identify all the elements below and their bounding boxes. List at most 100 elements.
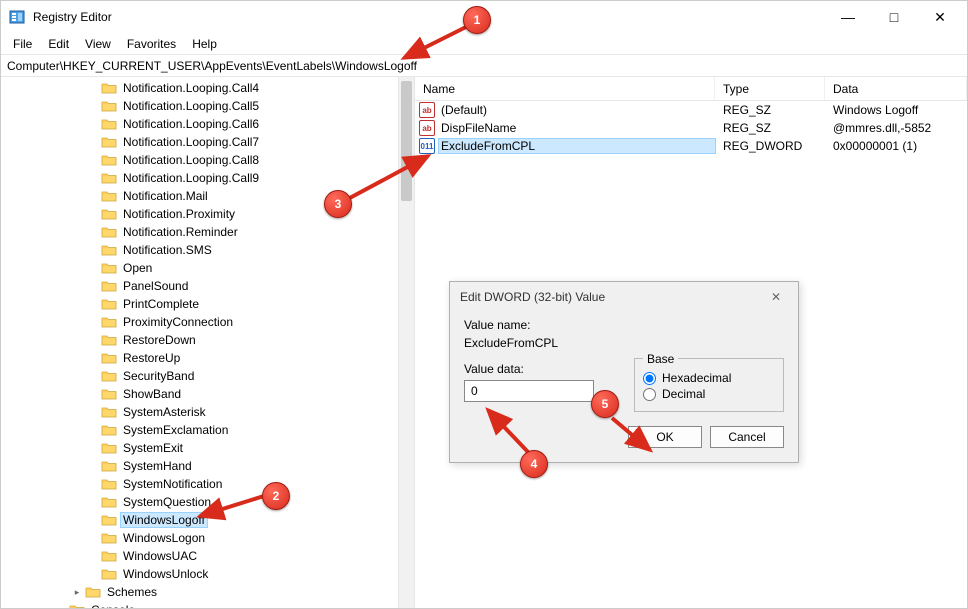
radio-decimal[interactable]: Decimal — [643, 387, 775, 401]
tree-item-label: WindowsLogoff — [121, 513, 207, 527]
value-data: Windows Logoff — [825, 103, 967, 117]
close-button[interactable]: ✕ — [917, 1, 963, 33]
value-type: REG_SZ — [715, 121, 825, 135]
tree-twisty-icon[interactable]: ▸ — [55, 604, 67, 608]
col-data[interactable]: Data — [825, 77, 967, 100]
tree-item-printcomplete[interactable]: PrintComplete — [1, 295, 414, 313]
tree-twisty-icon[interactable] — [87, 460, 99, 472]
maximize-button[interactable]: □ — [871, 1, 917, 33]
string-value-icon: ab — [419, 102, 435, 118]
tree-twisty-icon[interactable] — [87, 424, 99, 436]
tree-twisty-icon[interactable] — [87, 82, 99, 94]
tree-item-systemexclamation[interactable]: SystemExclamation — [1, 421, 414, 439]
tree-item-schemes[interactable]: ▸Schemes — [1, 583, 414, 601]
tree-twisty-icon[interactable] — [87, 496, 99, 508]
tree-twisty-icon[interactable] — [87, 226, 99, 238]
tree-twisty-icon[interactable]: ▸ — [71, 586, 83, 598]
tree-twisty-icon[interactable] — [87, 352, 99, 364]
tree-item-label: Notification.Proximity — [121, 207, 237, 221]
radio-hex-input[interactable] — [643, 372, 656, 385]
tree-item-open[interactable]: Open — [1, 259, 414, 277]
tree-item-notification-looping-call8[interactable]: Notification.Looping.Call8 — [1, 151, 414, 169]
tree-item-label: SystemExit — [121, 441, 185, 455]
tree-scrollbar[interactable] — [398, 77, 414, 608]
value-row[interactable]: ab(Default)REG_SZWindows Logoff — [415, 101, 967, 119]
tree-item-notification-looping-call7[interactable]: Notification.Looping.Call7 — [1, 133, 414, 151]
folder-icon — [101, 531, 117, 545]
tree-item-label: WindowsLogon — [121, 531, 207, 545]
tree-item-systemquestion[interactable]: SystemQuestion — [1, 493, 414, 511]
menu-edit[interactable]: Edit — [40, 35, 77, 53]
tree-item-notification-looping-call6[interactable]: Notification.Looping.Call6 — [1, 115, 414, 133]
folder-icon — [101, 387, 117, 401]
cancel-button[interactable]: Cancel — [710, 426, 784, 448]
dialog-titlebar: Edit DWORD (32-bit) Value ✕ — [450, 282, 798, 312]
tree-item-notification-looping-call9[interactable]: Notification.Looping.Call9 — [1, 169, 414, 187]
tree-twisty-icon[interactable] — [87, 388, 99, 400]
tree-item-notification-reminder[interactable]: Notification.Reminder — [1, 223, 414, 241]
tree-item-showband[interactable]: ShowBand — [1, 385, 414, 403]
tree-twisty-icon[interactable] — [87, 442, 99, 454]
tree-item-windowsunlock[interactable]: WindowsUnlock — [1, 565, 414, 583]
tree-twisty-icon[interactable] — [87, 514, 99, 526]
tree-item-systemhand[interactable]: SystemHand — [1, 457, 414, 475]
tree-twisty-icon[interactable] — [87, 136, 99, 148]
menu-favorites[interactable]: Favorites — [119, 35, 184, 53]
tree-item-windowslogon[interactable]: WindowsLogon — [1, 529, 414, 547]
tree-item-proximityconnection[interactable]: ProximityConnection — [1, 313, 414, 331]
tree-item-windowsuac[interactable]: WindowsUAC — [1, 547, 414, 565]
menu-help[interactable]: Help — [184, 35, 225, 53]
tree-item-label: RestoreDown — [121, 333, 198, 347]
tree-twisty-icon[interactable] — [87, 334, 99, 346]
value-data-input[interactable] — [464, 380, 594, 402]
tree-item-systemasterisk[interactable]: SystemAsterisk — [1, 403, 414, 421]
tree-item-console[interactable]: ▸Console — [1, 601, 414, 608]
dialog-close-button[interactable]: ✕ — [764, 285, 788, 309]
col-name[interactable]: Name — [415, 77, 715, 100]
menu-file[interactable]: File — [5, 35, 40, 53]
minimize-button[interactable]: — — [825, 1, 871, 33]
tree-twisty-icon[interactable] — [87, 190, 99, 202]
tree-twisty-icon[interactable] — [87, 532, 99, 544]
tree-twisty-icon[interactable] — [87, 280, 99, 292]
radio-hexadecimal[interactable]: Hexadecimal — [643, 371, 775, 385]
tree-item-notification-mail[interactable]: Notification.Mail — [1, 187, 414, 205]
tree-item-panelsound[interactable]: PanelSound — [1, 277, 414, 295]
tree-item-systemexit[interactable]: SystemExit — [1, 439, 414, 457]
folder-icon — [101, 135, 117, 149]
tree-twisty-icon[interactable] — [87, 172, 99, 184]
address-input[interactable] — [1, 57, 967, 75]
tree-twisty-icon[interactable] — [87, 370, 99, 382]
tree-pane[interactable]: Notification.Looping.Call4Notification.L… — [1, 77, 415, 608]
value-row[interactable]: abDispFileNameREG_SZ@mmres.dll,-5852 — [415, 119, 967, 137]
tree-twisty-icon[interactable] — [87, 316, 99, 328]
tree-twisty-icon[interactable] — [87, 550, 99, 562]
tree-twisty-icon[interactable] — [87, 406, 99, 418]
tree-twisty-icon[interactable] — [87, 478, 99, 490]
tree-twisty-icon[interactable] — [87, 262, 99, 274]
col-type[interactable]: Type — [715, 77, 825, 100]
tree-item-systemnotification[interactable]: SystemNotification — [1, 475, 414, 493]
menu-view[interactable]: View — [77, 35, 119, 53]
annotation-3: 3 — [324, 190, 352, 218]
radio-dec-input[interactable] — [643, 388, 656, 401]
tree-item-label: ShowBand — [121, 387, 183, 401]
tree-twisty-icon[interactable] — [87, 298, 99, 310]
tree-twisty-icon[interactable] — [87, 244, 99, 256]
tree-item-securityband[interactable]: SecurityBand — [1, 367, 414, 385]
tree-item-notification-looping-call4[interactable]: Notification.Looping.Call4 — [1, 79, 414, 97]
tree-item-restoreup[interactable]: RestoreUp — [1, 349, 414, 367]
tree-twisty-icon[interactable] — [87, 100, 99, 112]
tree-item-restoredown[interactable]: RestoreDown — [1, 331, 414, 349]
tree-twisty-icon[interactable] — [87, 118, 99, 130]
tree-item-windowslogoff[interactable]: WindowsLogoff — [1, 511, 414, 529]
tree-twisty-icon[interactable] — [87, 208, 99, 220]
tree-item-notification-sms[interactable]: Notification.SMS — [1, 241, 414, 259]
tree-item-notification-proximity[interactable]: Notification.Proximity — [1, 205, 414, 223]
tree-item-notification-looping-call5[interactable]: Notification.Looping.Call5 — [1, 97, 414, 115]
ok-button[interactable]: OK — [628, 426, 702, 448]
tree-twisty-icon[interactable] — [87, 154, 99, 166]
value-row[interactable]: 011ExcludeFromCPLREG_DWORD0x00000001 (1) — [415, 137, 967, 155]
tree-twisty-icon[interactable] — [87, 568, 99, 580]
value-name: DispFileName — [439, 121, 715, 135]
